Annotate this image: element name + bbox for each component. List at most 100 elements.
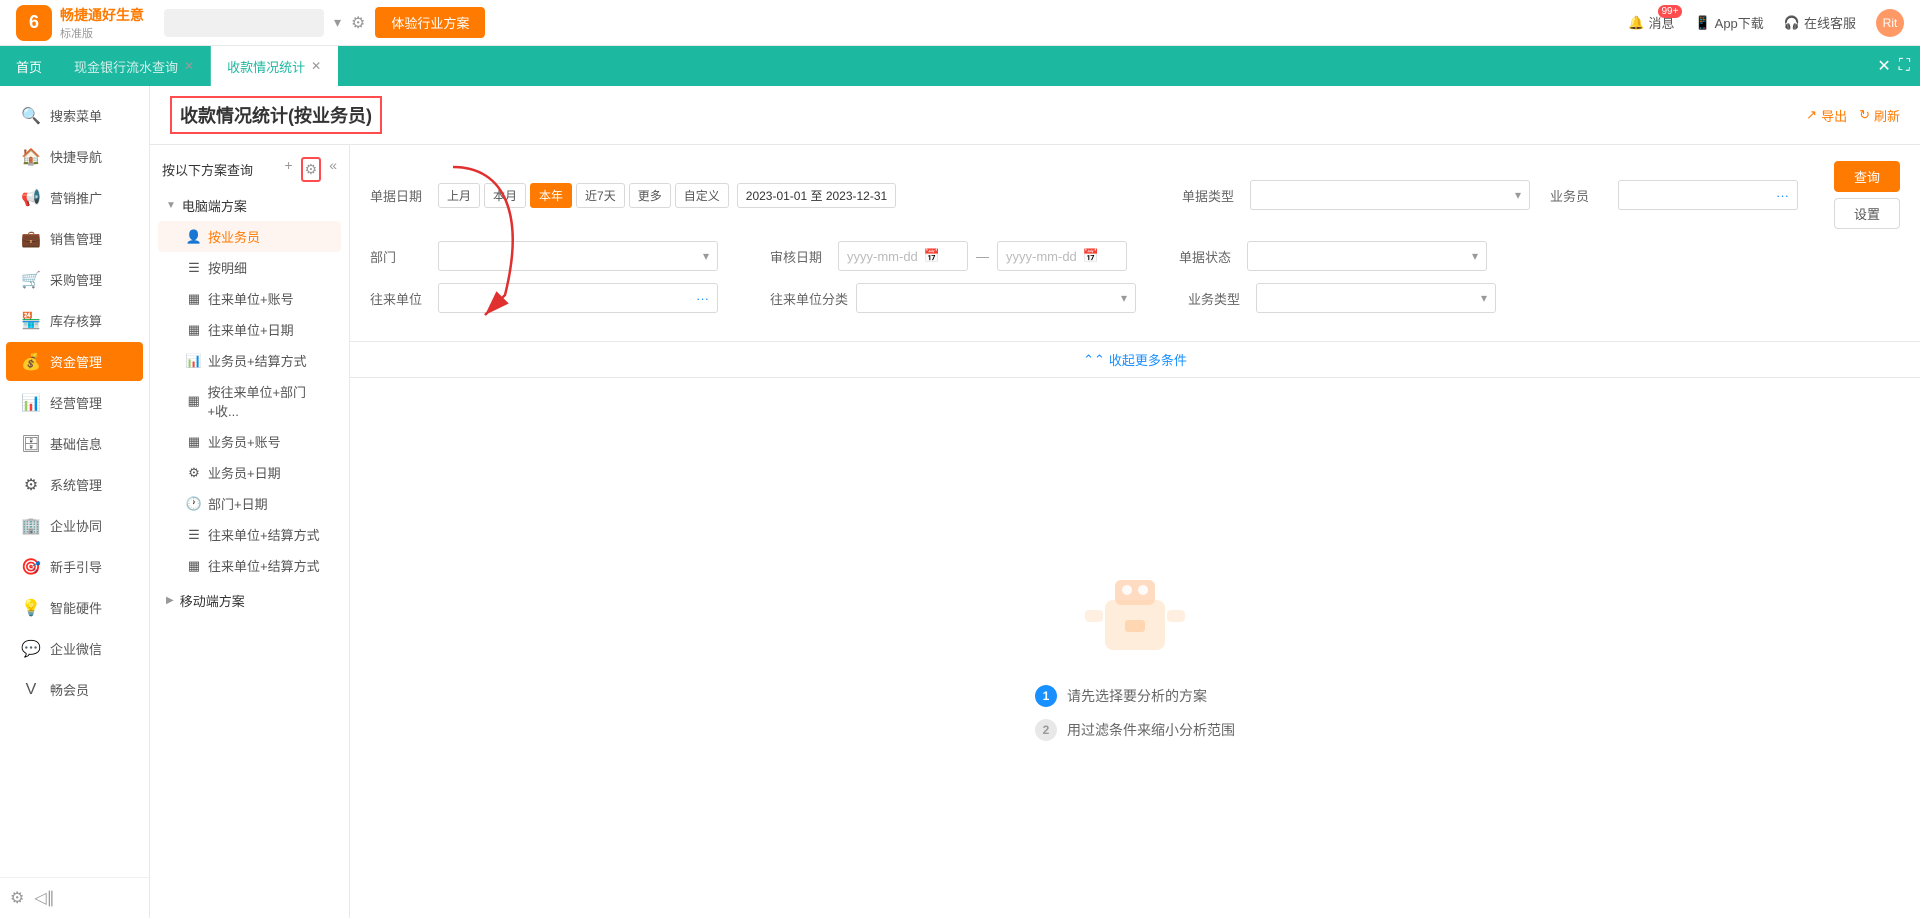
review-date-end[interactable]: yyyy-mm-dd 📅 [997,241,1127,271]
date-tab-more[interactable]: 更多 [629,183,671,208]
main-layout: 🔍 搜索菜单 🏠 快捷导航 📢 营销推广 💼 销售管理 🛒 采购管 [0,86,1920,918]
scheme-category-mobile-header[interactable]: ▶ 移动端方案 [158,585,341,616]
scheme-add-btn[interactable]: + [284,157,292,182]
robot-svg [1075,560,1195,660]
settings-button[interactable]: 设置 [1834,198,1900,229]
partner-select[interactable]: ··· [438,283,718,313]
refresh-btn[interactable]: ↻ 刷新 [1859,106,1900,125]
trial-button[interactable]: 体验行业方案 [375,7,485,38]
export-btn[interactable]: ↗ 导出 [1806,106,1847,125]
scheme-item-partner-payment2[interactable]: ▦ 往来单位+结算方式 [158,550,341,581]
sidebar-item-inventory[interactable]: 🏪 库存核算 [6,301,143,340]
date-tab-thismonth[interactable]: 本月 [484,183,526,208]
sidebar-item-vip[interactable]: V 畅会员 [6,670,143,709]
scheme-item-staff-date[interactable]: ⚙ 业务员+日期 [158,457,341,488]
action-buttons: 查询 设置 [1834,161,1900,229]
search-breadcrumb[interactable] [164,9,324,37]
query-button[interactable]: 查询 [1834,161,1900,192]
brand-info: 畅捷通好生意 标准版 [60,5,144,41]
sidebar-item-finance[interactable]: 💰 资金管理 [6,342,143,381]
sidebar-item-wechat[interactable]: 💬 企业微信 [6,629,143,668]
bill-status-select[interactable]: ▾ [1247,241,1487,271]
sidebar-item-search[interactable]: 🔍 搜索菜单 [6,96,143,135]
collapse-up-icon: ⌃⌃ [1083,352,1105,368]
sidebar-item-quicknav[interactable]: 🏠 快捷导航 [6,137,143,176]
scheme-item-staff-payment[interactable]: 📊 业务员+结算方式 [158,345,341,376]
sidebar-item-base[interactable]: 🗄 基础信息 [6,424,143,463]
tab-close-cash-flow[interactable]: ✕ [184,59,194,73]
date-range-display: 2023-01-01 至 2023-12-31 [737,183,896,208]
sidebar-item-newbie[interactable]: 🎯 新手引导 [6,547,143,586]
tab-home[interactable]: 首页 [0,46,58,86]
online-service-area[interactable]: 🎧 在线客服 [1784,13,1856,32]
collapse-bar[interactable]: ⌃⌃ 收起更多条件 [350,342,1920,378]
date-tab-custom[interactable]: 自定义 [675,183,729,208]
notification-badge: 99+ [1658,5,1683,18]
scheme-panel-actions: + ⚙ « [284,157,337,182]
scheme-staff-payment-icon: 📊 [186,353,202,369]
date-tab-lastmonth[interactable]: 上月 [438,183,480,208]
close-tab-btn[interactable]: ✕ [1877,56,1890,76]
staff-select[interactable]: ··· [1618,180,1798,210]
bill-status-dropdown-icon: ▾ [1472,249,1478,263]
sidebar-item-system[interactable]: ⚙ 系统管理 [6,465,143,504]
tab-close-receipt-stats[interactable]: ✕ [311,59,321,73]
sidebar-item-operation[interactable]: 📊 经营管理 [6,383,143,422]
scheme-category-desktop: ▼ 电脑端方案 👤 按业务员 ☰ 按明细 [158,190,341,581]
dept-select[interactable]: ▾ [438,241,718,271]
base-icon: 🗄 [22,435,40,453]
scheme-item-detail[interactable]: ☰ 按明细 [158,252,341,283]
scheme-collapse-btn[interactable]: « [329,157,337,182]
content-area: 收款情况统计(按业务员) ↗ 导出 ↻ 刷新 按以下 [150,86,1920,918]
scheme-staff-account-icon: ▦ [186,434,202,450]
date-tab-thisyear[interactable]: 本年 [530,183,572,208]
scheme-settings-btn[interactable]: ⚙ [301,157,322,182]
sidebar-item-marketing[interactable]: 📢 营销推广 [6,178,143,217]
scheme-item-dept-date[interactable]: 🕐 部门+日期 [158,488,341,519]
tab-receipt-stats[interactable]: 收款情况统计 ✕ [211,46,338,86]
scheme-item-staff-account[interactable]: ▦ 业务员+账号 [158,426,341,457]
scheme-item-partner-payment1[interactable]: ☰ 往来单位+结算方式 [158,519,341,550]
staff-label: 业务员 [1550,186,1610,205]
date-tab-7days[interactable]: 近7天 [576,183,625,208]
review-date-label: 审核日期 [770,247,830,266]
scheme-partner-payment2-icon: ▦ [186,558,202,574]
scheme-item-partner-account[interactable]: ▦ 往来单位+账号 [158,283,341,314]
sidebar-item-purchase[interactable]: 🛒 采购管理 [6,260,143,299]
review-date-start[interactable]: yyyy-mm-dd 📅 [838,241,968,271]
breadcrumb-dropdown-icon[interactable]: ▾ [334,14,341,31]
sidebar-item-sales[interactable]: 💼 销售管理 [6,219,143,258]
scheme-category-desktop-header[interactable]: ▼ 电脑端方案 [158,190,341,221]
sidebar-item-hardware[interactable]: 💡 智能硬件 [6,588,143,627]
tab-cash-flow[interactable]: 现金银行流水查询 ✕ [58,46,211,86]
bill-type-select[interactable]: ▾ [1250,180,1530,210]
settings-icon[interactable]: ⚙ [351,13,365,33]
scheme-item-by-staff[interactable]: 👤 按业务员 [158,221,341,252]
partner-type-label: 往来单位分类 [770,289,848,308]
business-type-select[interactable]: ▾ [1256,283,1496,313]
scheme-item-partner-dept[interactable]: ▦ 按往来单位+部门+收... [158,376,341,426]
date-tabs: 上月 本月 本年 近7天 更多 自定义 [438,183,729,208]
page-header: 收款情况统计(按业务员) ↗ 导出 ↻ 刷新 [150,86,1920,145]
partner-type-select[interactable]: ▾ [856,283,1136,313]
app-download-area[interactable]: 📱 App下载 [1694,13,1763,32]
partner-more-btn[interactable]: ··· [696,291,709,306]
top-bar: 6 畅捷通好生意 标准版 ▾ ⚙ 体验行业方案 🔔 消息 99+ 📱 App下载 [0,0,1920,46]
calendar-icon-2: 📅 [1083,248,1099,264]
maximize-tab-btn[interactable]: ⛶ [1899,57,1910,75]
sidebar-collapse-btn[interactable]: ◁∥ [34,888,54,908]
tree-collapse-icon: ▶ [166,595,174,606]
hardware-icon: 💡 [22,599,40,617]
headset-icon: 🎧 [1784,15,1800,31]
staff-more-btn[interactable]: ··· [1776,188,1789,203]
filter-bill-type: 单据类型 ▾ [1182,180,1530,210]
sidebar-settings-btn[interactable]: ⚙ [10,888,24,908]
user-avatar[interactable]: Rit [1876,9,1904,37]
scheme-item-partner-date[interactable]: ▦ 往来单位+日期 [158,314,341,345]
dept-label: 部门 [370,247,430,266]
sidebar-item-enterprise[interactable]: 🏢 企业协同 [6,506,143,545]
top-bar-right: 🔔 消息 99+ 📱 App下载 🎧 在线客服 Rit [1628,9,1904,37]
finance-icon: 💰 [22,353,40,371]
tree-expand-icon: ▼ [166,200,176,211]
notification-area[interactable]: 🔔 消息 99+ [1628,13,1674,32]
